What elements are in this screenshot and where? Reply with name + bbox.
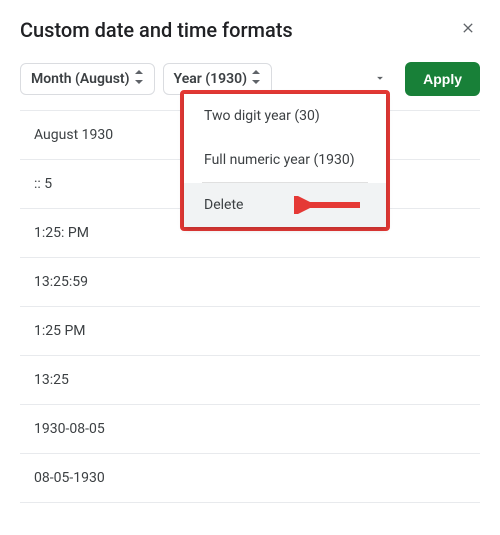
menu-delete-label: Delete: [204, 197, 243, 213]
preset-item[interactable]: 13:25:59: [20, 258, 480, 307]
annotation-arrow-icon: [294, 196, 364, 214]
menu-item-full-year[interactable]: Full numeric year (1930): [184, 138, 386, 182]
year-options-menu: Two digit year (30) Full numeric year (1…: [180, 90, 390, 231]
preset-item[interactable]: 08-05-1930: [20, 454, 480, 503]
up-down-icon: [251, 70, 261, 88]
preset-item[interactable]: 1:25 PM: [20, 307, 480, 356]
chip-label: Year (1930): [174, 71, 248, 87]
preset-item[interactable]: 1930-08-05: [20, 405, 480, 454]
up-down-icon: [134, 70, 144, 88]
chip-label: Month (August): [31, 71, 130, 87]
apply-button[interactable]: Apply: [405, 62, 480, 96]
dialog-title: Custom date and time formats: [20, 18, 293, 42]
chip-month[interactable]: Month (August): [20, 63, 155, 95]
dialog-header: Custom date and time formats: [20, 16, 480, 44]
close-icon: [460, 19, 476, 41]
close-button[interactable]: [456, 16, 480, 44]
chevron-down-icon: [373, 70, 387, 89]
menu-item-delete[interactable]: Delete: [184, 183, 386, 227]
menu-item-two-digit-year[interactable]: Two digit year (30): [184, 94, 386, 138]
preset-item[interactable]: 13:25: [20, 356, 480, 405]
